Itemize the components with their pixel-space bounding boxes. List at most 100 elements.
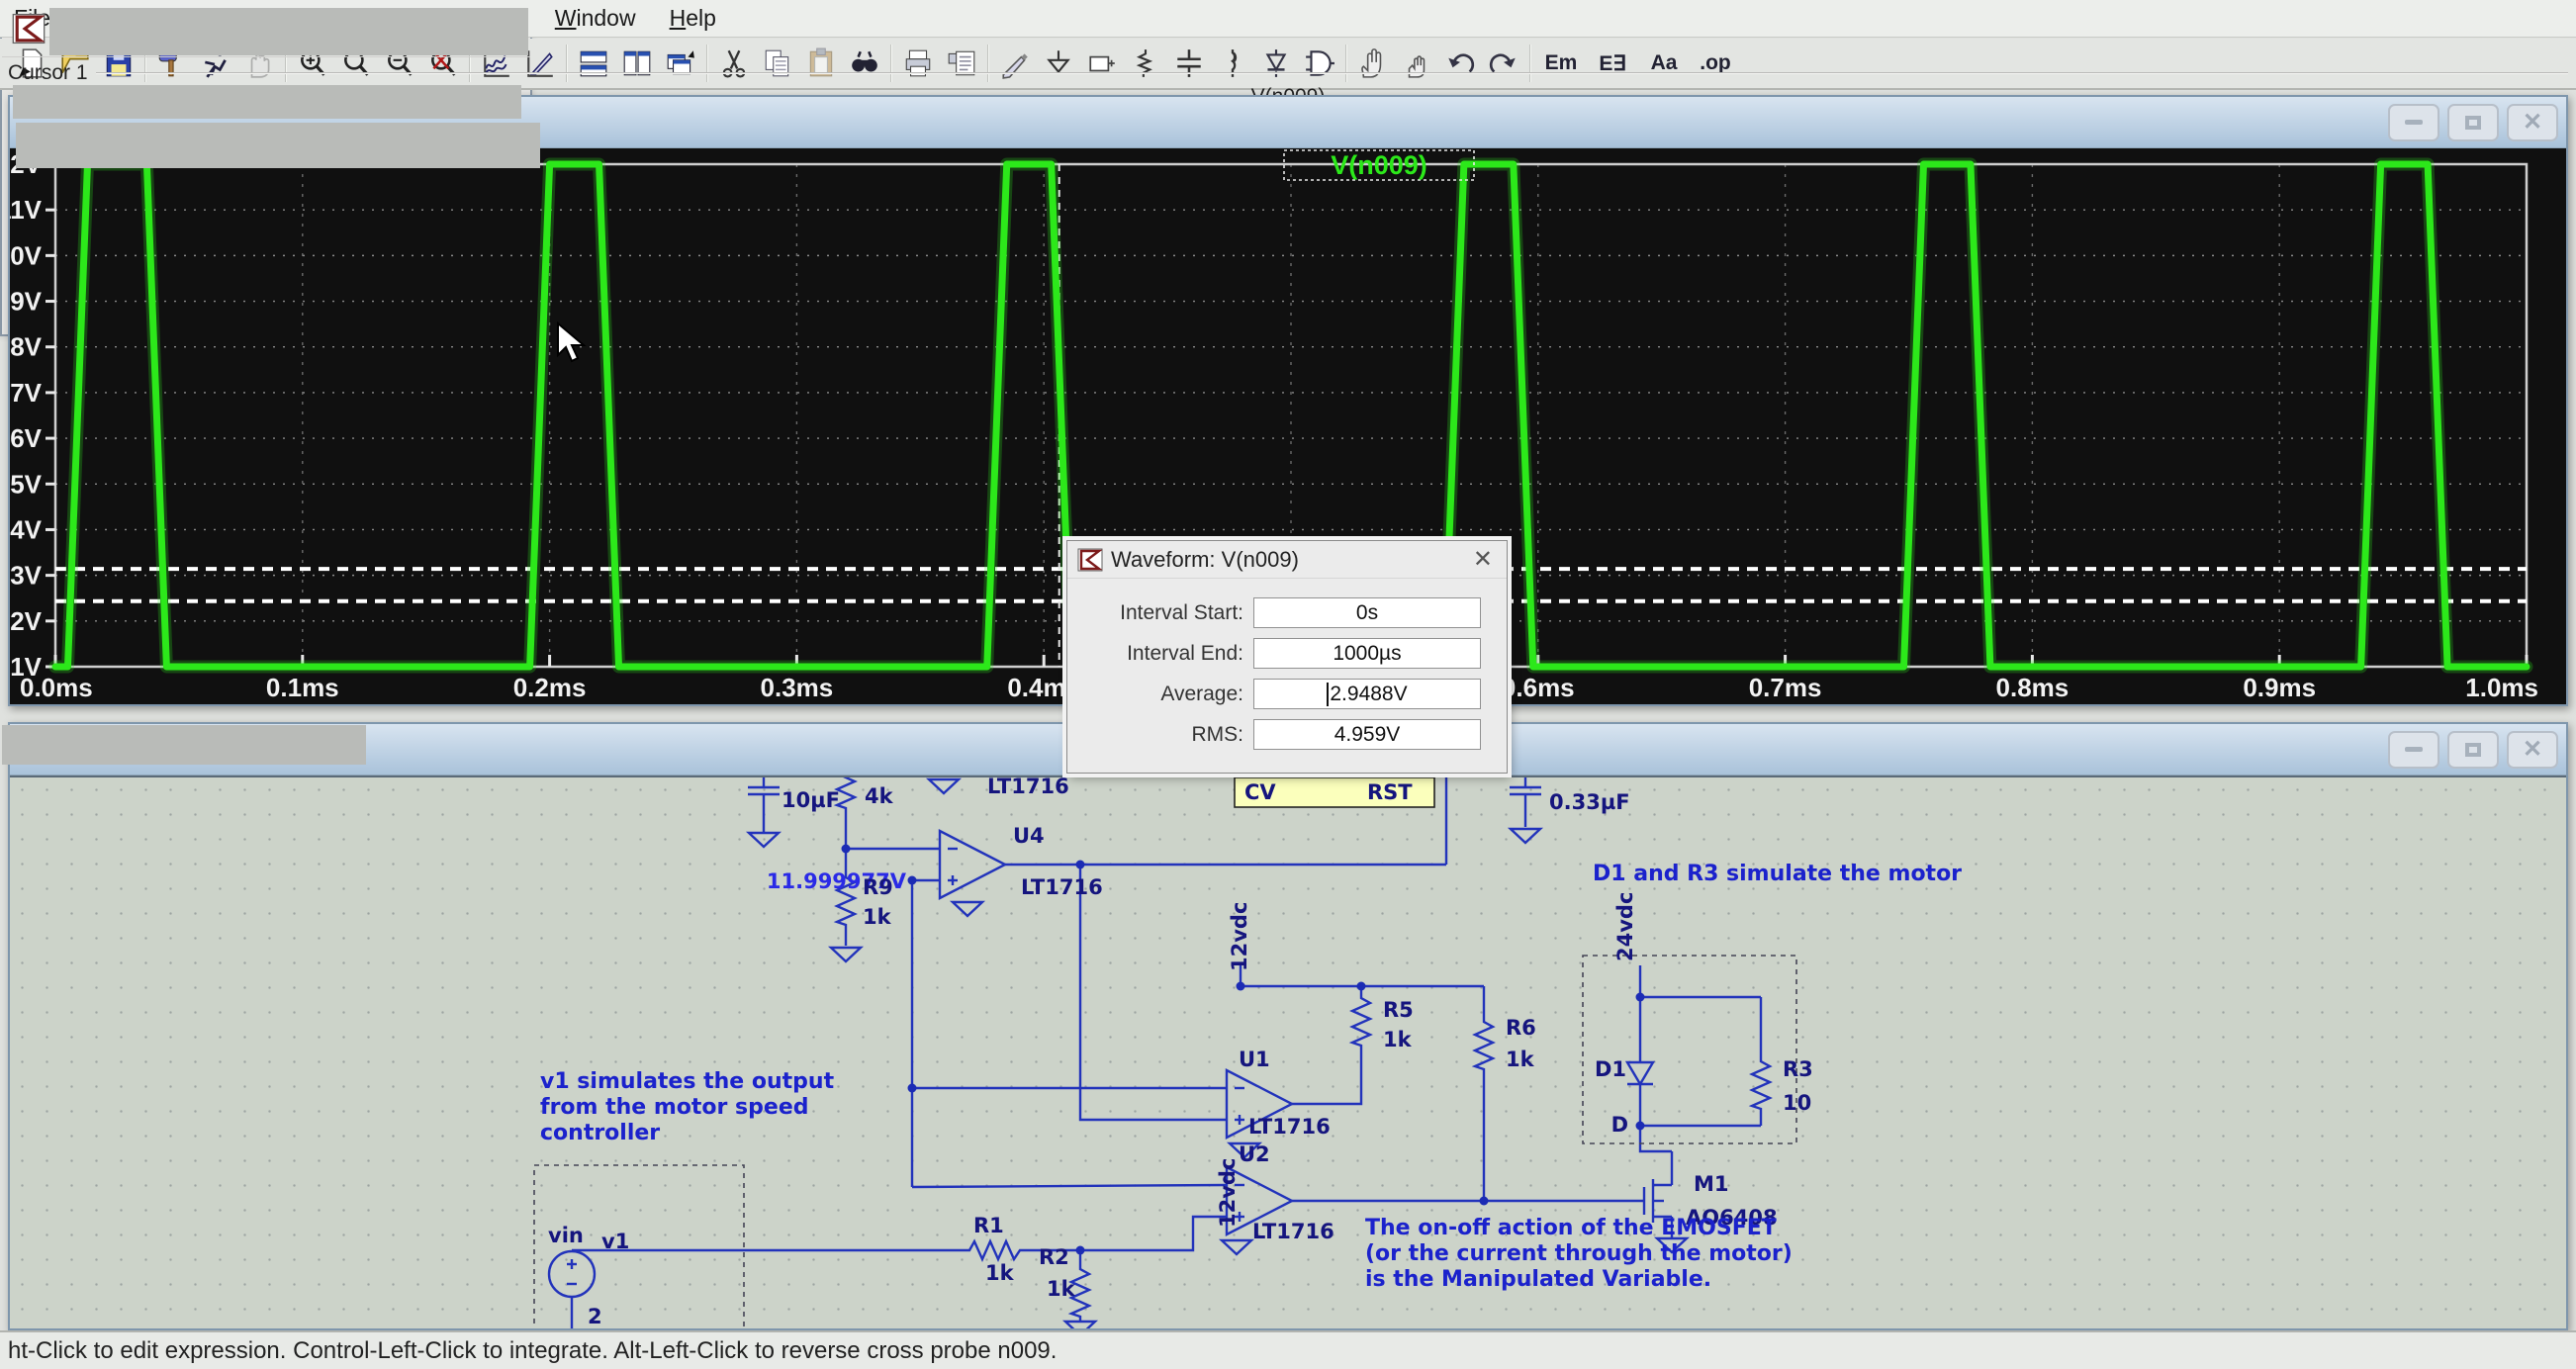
- status-bar: ht-Click to edit expression. Control-Lef…: [0, 1330, 2576, 1369]
- svg-text:4V: 4V: [10, 514, 42, 544]
- svg-text:R2: R2: [1039, 1245, 1069, 1269]
- schematic-window: ✕: [8, 722, 2568, 1330]
- vsource-v1[interactable]: [549, 1251, 595, 1297]
- svg-text:1.0ms: 1.0ms: [2465, 673, 2538, 702]
- svg-text:12vdc: 12vdc: [1228, 902, 1251, 971]
- redacted-title-block: [2, 725, 366, 765]
- svg-text:LT1716: LT1716: [1248, 1115, 1331, 1139]
- svg-text:controller: controller: [540, 1121, 660, 1145]
- close-icon[interactable]: ✕: [2507, 731, 2558, 769]
- svg-text:0.1ms: 0.1ms: [266, 673, 339, 702]
- svg-text:R1: R1: [973, 1214, 1004, 1237]
- svg-text:R8: R8: [859, 777, 889, 778]
- svg-text:R6: R6: [1506, 1016, 1536, 1040]
- svg-text:1k: 1k: [1047, 1277, 1076, 1301]
- capacitor-10uF[interactable]: [748, 777, 780, 805]
- svg-text:1k: 1k: [863, 905, 892, 929]
- svg-text:LT1716: LT1716: [1021, 875, 1103, 899]
- average-field[interactable]: 2.9488V: [1253, 679, 1481, 709]
- svg-text:10V: 10V: [10, 240, 43, 270]
- rms-label: RMS:: [1067, 723, 1253, 747]
- restore-button[interactable]: [2447, 104, 2499, 141]
- waveform-stats-dialog: Waveform: V(n009) ✕ Interval Start:0s In…: [1066, 540, 1508, 774]
- svg-text:9V: 9V: [10, 287, 42, 317]
- svg-text:24vdc: 24vdc: [1613, 892, 1637, 961]
- svg-text:6V: 6V: [10, 423, 42, 453]
- restore-button[interactable]: [2447, 731, 2499, 769]
- svg-text:from the motor speed: from the motor speed: [540, 1095, 809, 1120]
- svg-text:vin: vin: [548, 1224, 584, 1247]
- svg-text:1k: 1k: [1383, 1028, 1413, 1051]
- svg-text:1k: 1k: [1506, 1048, 1535, 1071]
- dialog-title: Waveform: V(n009): [1111, 547, 1461, 573]
- close-icon[interactable]: ✕: [1469, 545, 1497, 574]
- svg-text:5V: 5V: [10, 469, 42, 499]
- ground-icon: [1222, 1240, 1251, 1254]
- svg-text:R9: R9: [863, 875, 893, 899]
- svg-text:7V: 7V: [10, 378, 42, 408]
- ground-icon: [831, 948, 861, 961]
- dialog-titlebar[interactable]: Waveform: V(n009) ✕: [1067, 541, 1507, 579]
- interval-start-field[interactable]: 0s: [1253, 597, 1481, 628]
- redacted-title-block: [16, 123, 540, 168]
- ground-icon: [1065, 1322, 1095, 1328]
- resistor-R5[interactable]: [1352, 993, 1370, 1050]
- svg-text:3V: 3V: [10, 561, 42, 591]
- lt-logo-icon: [1077, 548, 1103, 572]
- svg-text:LT1716: LT1716: [1252, 1220, 1334, 1243]
- minimize-button[interactable]: [2388, 731, 2439, 769]
- svg-text:0.0ms: 0.0ms: [20, 673, 93, 702]
- svg-text:LT1716: LT1716: [987, 777, 1069, 798]
- redacted-title-block: [49, 8, 528, 55]
- lt-logo-icon: [12, 10, 46, 47]
- minimize-button[interactable]: [2388, 104, 2439, 141]
- svg-text:v1: v1: [601, 1230, 629, 1253]
- svg-text:V(n009): V(n009): [1331, 150, 1427, 180]
- pin-cv-label: CV: [1244, 780, 1276, 804]
- resistor-R6[interactable]: [1475, 1017, 1493, 1074]
- svg-text:The on-off action of the EMOSF: The on-off action of the EMOSFET: [1365, 1216, 1777, 1240]
- cursor1-heading: Cursor 1: [8, 61, 88, 85]
- svg-text:10µF: 10µF: [782, 788, 840, 812]
- diode-D1[interactable]: [1627, 1062, 1653, 1084]
- svg-text:0.6ms: 0.6ms: [1502, 673, 1575, 702]
- rms-field[interactable]: 4.959V: [1253, 719, 1481, 750]
- svg-text:U1: U1: [1239, 1048, 1270, 1071]
- text-caret: [1327, 683, 1329, 706]
- svg-text:0.33µF: 0.33µF: [1549, 790, 1630, 814]
- svg-text:v1 simulates the output: v1 simulates the output: [540, 1069, 835, 1094]
- menu-help[interactable]: Help: [670, 5, 716, 32]
- svg-text:1k: 1k: [985, 1261, 1015, 1285]
- highlighted-ic[interactable]: CV RST: [1235, 777, 1434, 807]
- average-label: Average:: [1067, 683, 1253, 706]
- svg-text:R3: R3: [1783, 1057, 1813, 1081]
- ground-icon: [953, 902, 982, 916]
- svg-text:0.3ms: 0.3ms: [761, 673, 834, 702]
- svg-text:2: 2: [588, 1305, 602, 1328]
- svg-text:U4: U4: [1013, 824, 1045, 848]
- redacted-title-block: [13, 85, 521, 119]
- status-text: ht-Click to edit expression. Control-Lef…: [8, 1337, 1057, 1365]
- capacitor-033uF[interactable]: [1510, 777, 1541, 805]
- menu-window[interactable]: Window: [555, 5, 636, 32]
- svg-text:M1: M1: [1694, 1172, 1729, 1196]
- resistor-R3[interactable]: [1752, 1056, 1770, 1114]
- ground-icon: [749, 833, 779, 847]
- svg-text:D1: D1: [1595, 1057, 1626, 1081]
- schematic-canvas[interactable]: CV RST 10µF R8 4k 11.999977V R9 1k U4 LT…: [10, 776, 2566, 1328]
- comparator-U4[interactable]: [940, 831, 1005, 898]
- cursor-panel-titlebar[interactable]: [2, 2, 530, 57]
- svg-text:D: D: [1611, 1113, 1628, 1137]
- ground-icon: [929, 779, 959, 793]
- interval-end-field[interactable]: 1000µs: [1253, 638, 1481, 669]
- svg-text:R5: R5: [1383, 998, 1414, 1022]
- svg-text:(or the current through the mo: (or the current through the motor): [1365, 1241, 1793, 1266]
- svg-text:D1 and R3 simulate the motor: D1 and R3 simulate the motor: [1593, 862, 1962, 886]
- svg-text:8V: 8V: [10, 332, 42, 362]
- close-icon[interactable]: ✕: [2507, 104, 2558, 141]
- ground-icon: [1511, 829, 1540, 843]
- pin-rst-label: RST: [1367, 780, 1413, 804]
- svg-text:0.9ms: 0.9ms: [2243, 673, 2316, 702]
- resistor-R1[interactable]: [965, 1241, 1028, 1259]
- svg-text:0.7ms: 0.7ms: [1749, 673, 1822, 702]
